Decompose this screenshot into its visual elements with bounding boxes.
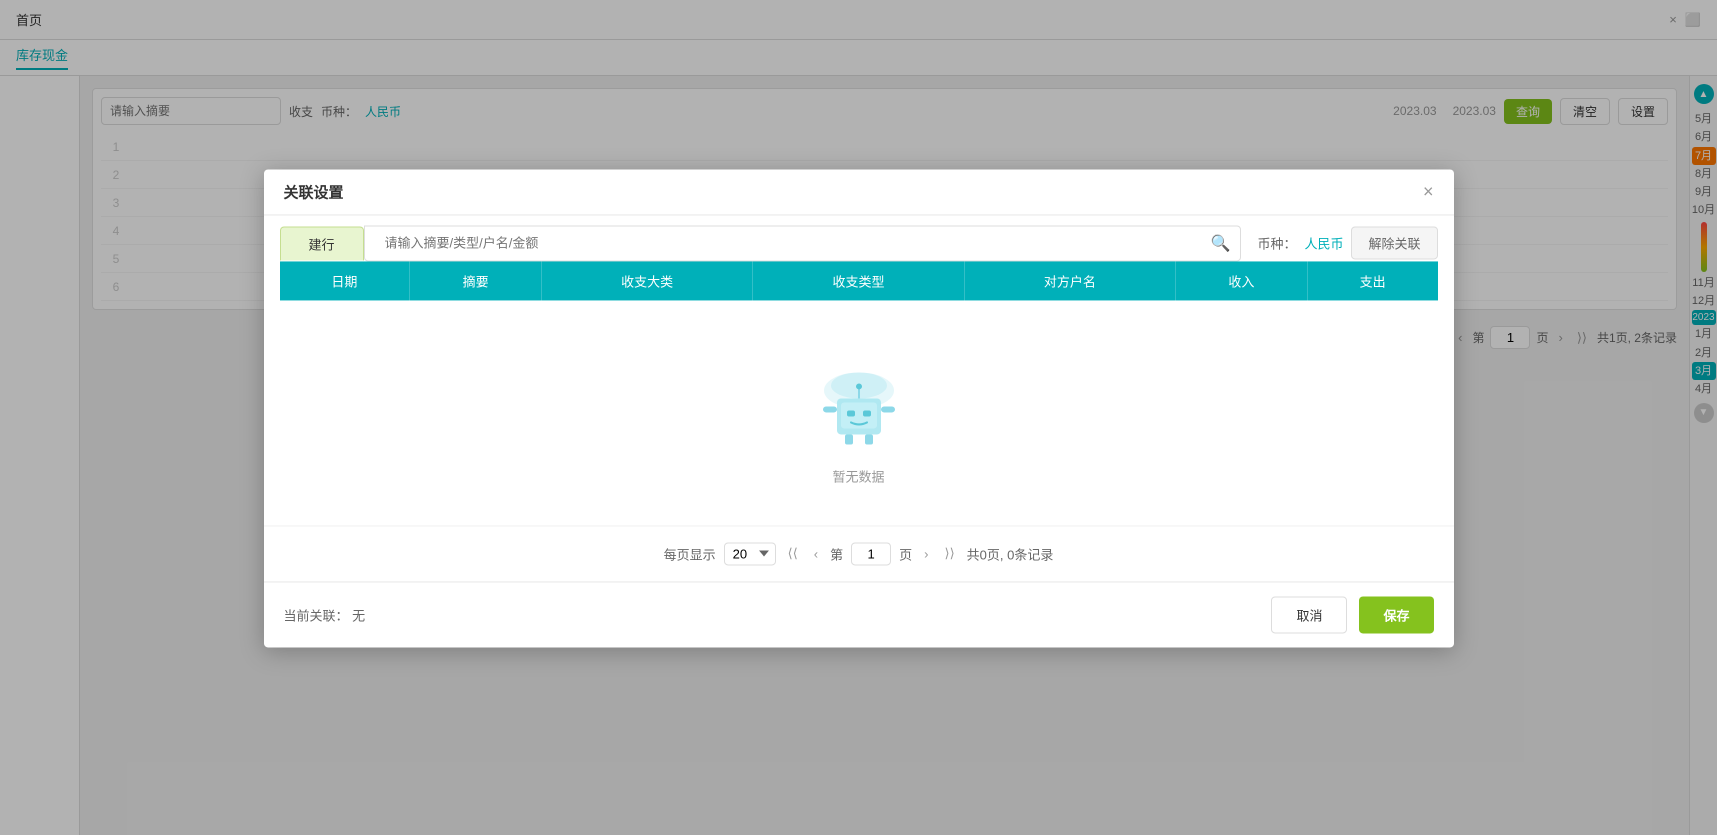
next-page-button[interactable]: › (920, 544, 932, 563)
col-counterparty: 对方户名 (964, 261, 1175, 300)
modal-search-input[interactable] (375, 226, 1203, 260)
page-number-input[interactable] (851, 542, 891, 565)
bank-tab-construction[interactable]: 建行 (280, 226, 364, 260)
modal-search-icon[interactable]: 🔍 (1211, 233, 1231, 253)
currency-value: 人民币 (1304, 233, 1343, 252)
cancel-button[interactable]: 取消 (1271, 596, 1347, 633)
empty-text: 暂无数据 (832, 466, 884, 485)
col-category: 收支大类 (541, 261, 752, 300)
current-link-area: 当前关联： 无 (284, 605, 366, 624)
modal-close-button[interactable]: × (1423, 182, 1434, 200)
col-income: 收入 (1176, 261, 1308, 300)
empty-state: 暂无数据 (264, 300, 1454, 525)
data-table: 日期 摘要 收支大类 收支类型 对方户名 收入 支出 (280, 261, 1438, 300)
table-header-row: 日期 摘要 收支大类 收支类型 对方户名 收入 支出 (280, 261, 1438, 300)
col-summary: 摘要 (410, 261, 542, 300)
col-date: 日期 (280, 261, 410, 300)
col-type: 收支类型 (753, 261, 964, 300)
modal-footer: 当前关联： 无 取消 保存 (264, 581, 1454, 647)
total-records: 共0页, 0条记录 (967, 544, 1054, 563)
modal-top-bar: 建行 🔍 币种： 人民币 解除关联 (264, 215, 1454, 261)
search-container: 🔍 (364, 225, 1242, 261)
modal-title: 关联设置 (284, 181, 344, 202)
footer-buttons: 取消 保存 (1271, 596, 1433, 633)
current-link-label: 当前关联： (284, 608, 349, 623)
currency-label: 币种： (1257, 233, 1296, 252)
page-label: 第 (830, 544, 843, 563)
current-link-value: 无 (352, 608, 365, 623)
modal-header: 关联设置 × (264, 169, 1454, 215)
empty-icon (809, 360, 909, 450)
col-expense: 支出 (1307, 261, 1437, 300)
table-container: 日期 摘要 收支大类 收支类型 对方户名 收入 支出 (264, 261, 1454, 300)
per-page-label: 每页显示 (664, 544, 716, 563)
modal-pagination: 每页显示 20 50 100 ⟨⟨ ‹ 第 页 › ⟩⟩ 共0页, 0条记录 (264, 525, 1454, 581)
modal-body: 建行 🔍 币种： 人民币 解除关联 日期 摘要 收支大类 (264, 215, 1454, 581)
unlink-button[interactable]: 解除关联 (1351, 226, 1437, 259)
modal-right-controls: 币种： 人民币 解除关联 (1257, 226, 1437, 259)
last-page-button[interactable]: ⟩⟩ (941, 543, 959, 563)
modal-dialog: 关联设置 × 建行 🔍 币种： 人民币 解除关联 (264, 169, 1454, 647)
save-button[interactable]: 保存 (1359, 596, 1433, 633)
first-page-button[interactable]: ⟨⟨ (784, 543, 802, 563)
per-page-select[interactable]: 20 50 100 (724, 542, 776, 565)
page-suffix: 页 (899, 544, 912, 563)
table-head: 日期 摘要 收支大类 收支类型 对方户名 收入 支出 (280, 261, 1438, 300)
prev-page-button[interactable]: ‹ (810, 544, 822, 563)
